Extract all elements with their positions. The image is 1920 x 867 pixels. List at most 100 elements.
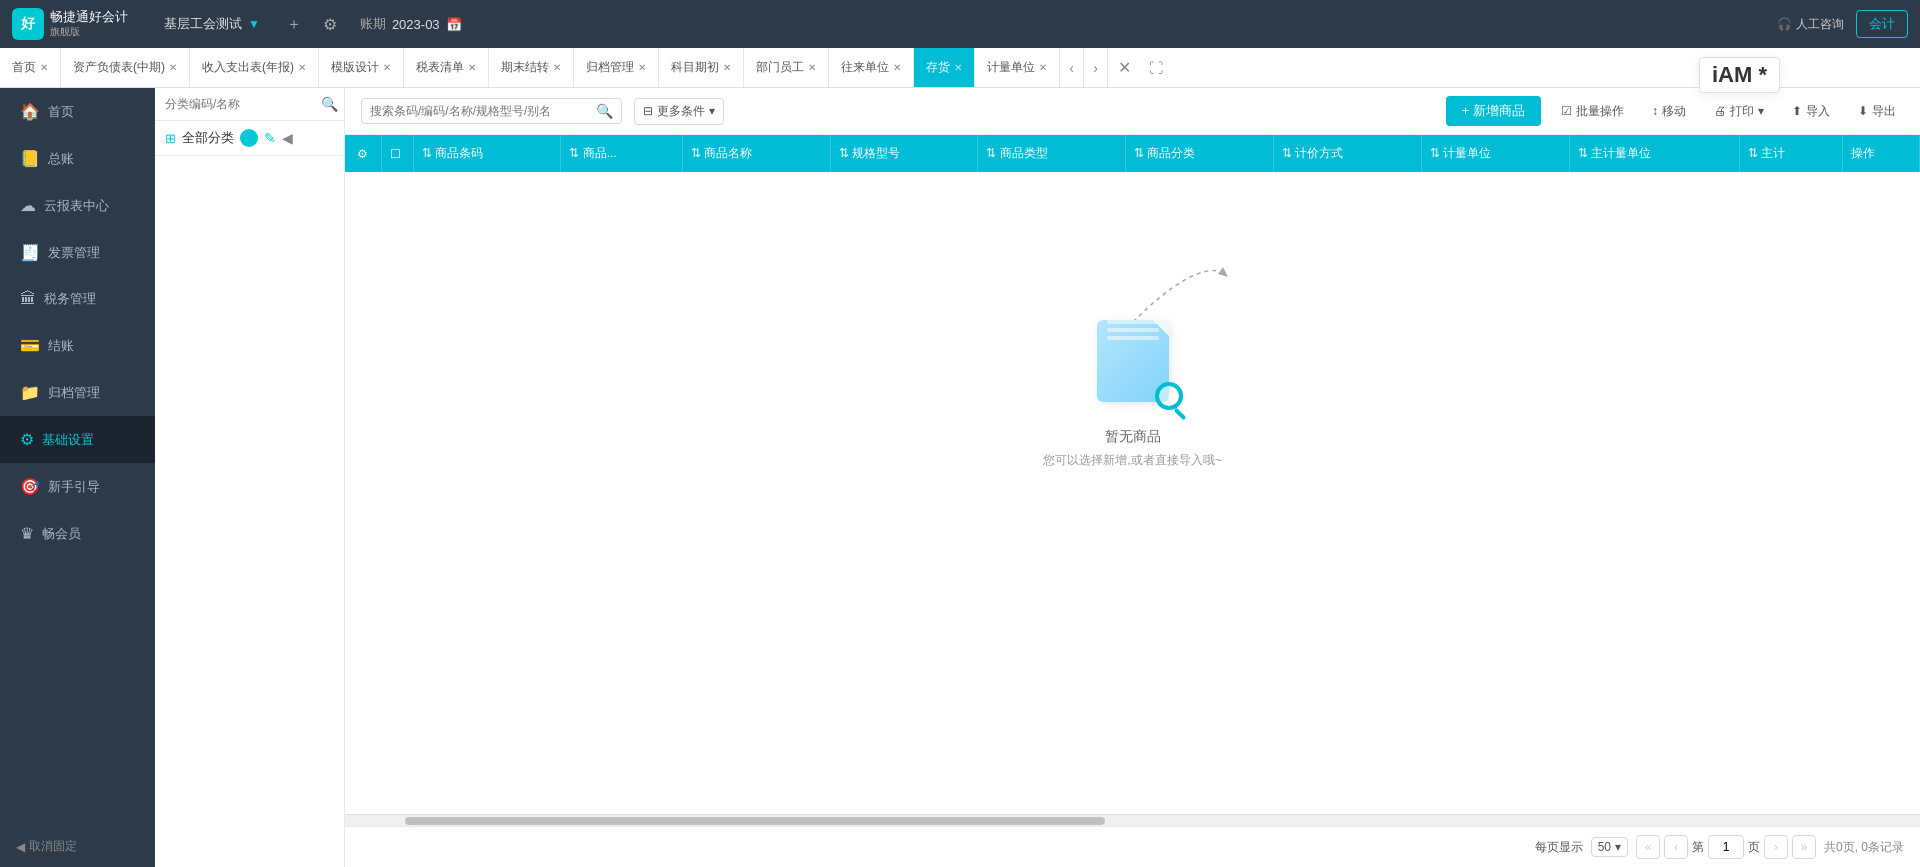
category-collapse-icon[interactable]: ◀ (282, 130, 293, 146)
tab-archive[interactable]: 归档管理 ✕ (574, 48, 659, 87)
sidebar-item-reports[interactable]: ☁ 云报表中心 (0, 182, 155, 229)
col-main-count[interactable]: ⇅ 主计 (1740, 135, 1843, 172)
cancel-pin-button[interactable]: ◀ 取消固定 (0, 826, 155, 867)
first-page-button[interactable]: « (1636, 835, 1660, 859)
tab-balance-sheet-close-icon[interactable]: ✕ (169, 62, 177, 73)
filter-icon: ⊟ (643, 104, 653, 118)
tab-income-close-icon[interactable]: ✕ (298, 62, 306, 73)
tab-prev-button[interactable]: ‹ (1060, 48, 1084, 87)
col-spec[interactable]: ⇅ 规格型号 (830, 135, 978, 172)
tab-inventory[interactable]: 存货 ✕ (914, 48, 975, 87)
tab-unit-close-icon[interactable]: ✕ (1039, 62, 1047, 73)
tab-close-all-button[interactable]: ✕ (1108, 48, 1140, 87)
period-value: 2023-03 (392, 17, 440, 32)
sidebar-item-tax[interactable]: 🏛 税务管理 (0, 276, 155, 322)
product-search-icon[interactable]: 🔍 (596, 103, 613, 119)
tab-tax[interactable]: 税表清单 ✕ (404, 48, 489, 87)
prev-page-button[interactable]: ‹ (1664, 835, 1688, 859)
tax-icon: 🏛 (20, 290, 36, 308)
category-search-input[interactable] (165, 97, 315, 111)
sidebar-item-basic-settings[interactable]: ⚙ 基础设置 (0, 416, 155, 463)
pin-icon: ◀ (16, 840, 25, 854)
print-button[interactable]: 🖨 打印 ▾ (1706, 99, 1772, 124)
tab-archive-close-icon[interactable]: ✕ (638, 62, 646, 73)
page-size-select[interactable]: 50 ▾ (1591, 837, 1628, 857)
tab-subject-close-icon[interactable]: ✕ (723, 62, 731, 73)
tab-subject-label: 科目期初 (671, 59, 719, 76)
tab-template-close-icon[interactable]: ✕ (383, 62, 391, 73)
import-button[interactable]: ⬆ 导入 (1784, 99, 1838, 124)
tab-template[interactable]: 模版设计 ✕ (319, 48, 404, 87)
tab-next-button[interactable]: › (1084, 48, 1108, 87)
account-button[interactable]: 会计 (1856, 10, 1908, 38)
add-product-button[interactable]: + 新增商品 (1446, 96, 1541, 126)
tab-tax-close-icon[interactable]: ✕ (468, 62, 476, 73)
col-category[interactable]: ⇅ 商品分类 (1126, 135, 1274, 172)
settings-nav-icon: ⚙ (20, 430, 34, 449)
tab-period-transfer-close-icon[interactable]: ✕ (553, 62, 561, 73)
sidebar-item-closing[interactable]: 💳 结账 (0, 322, 155, 369)
scroll-thumb[interactable] (405, 817, 1105, 825)
category-header: ⊞ 全部分类 ✎ ◀ (155, 121, 344, 156)
closing-icon: 💳 (20, 336, 40, 355)
tab-balance-sheet[interactable]: 资产负债表(中期) ✕ (61, 48, 190, 87)
header-actions: ＋ ⚙ (280, 10, 344, 38)
calendar-icon[interactable]: 📅 (446, 17, 462, 32)
add-button[interactable]: ＋ (280, 10, 308, 38)
last-page-button[interactable]: » (1792, 835, 1816, 859)
company-selector[interactable]: 基层工会测试 ▼ (164, 15, 260, 33)
col-checkbox[interactable]: ☐ (381, 135, 413, 172)
tab-bar: 首页 ✕ 资产负债表(中期) ✕ 收入支出表(年报) ✕ 模版设计 ✕ 税表清单… (0, 48, 1920, 88)
tab-dept-close-icon[interactable]: ✕ (808, 62, 816, 73)
tab-dept-label: 部门员工 (756, 59, 804, 76)
col-settings[interactable]: ⚙ (345, 135, 381, 172)
category-edit-icon[interactable]: ✎ (264, 130, 276, 146)
tab-home-close-icon[interactable]: ✕ (40, 62, 48, 73)
filter-button[interactable]: ⊟ 更多条件 ▾ (634, 98, 724, 125)
period-info: 账期 2023-03 📅 (360, 15, 462, 33)
sidebar-item-guide[interactable]: 🎯 新手引导 (0, 463, 155, 510)
col-name[interactable]: ⇅ 商品名称 (682, 135, 830, 172)
tab-unit[interactable]: 计量单位 ✕ (975, 48, 1060, 87)
sidebar-item-invoice-label: 发票管理 (48, 244, 100, 262)
tab-home[interactable]: 首页 ✕ (0, 48, 61, 87)
tab-dept[interactable]: 部门员工 ✕ (744, 48, 829, 87)
tab-subject[interactable]: 科目期初 ✕ (659, 48, 744, 87)
next-page-button[interactable]: › (1764, 835, 1788, 859)
tab-income[interactable]: 收入支出表(年报) ✕ (190, 48, 319, 87)
tab-balance-sheet-label: 资产负债表(中期) (73, 59, 165, 76)
tab-archive-label: 归档管理 (586, 59, 634, 76)
product-search-input[interactable] (370, 104, 590, 118)
batch-icon: ☑ (1561, 104, 1572, 118)
col-code[interactable]: ⇅ 商品... (561, 135, 682, 172)
tab-partners-close-icon[interactable]: ✕ (893, 62, 901, 73)
tab-inventory-close-icon[interactable]: ✕ (954, 62, 962, 73)
sidebar-item-archive[interactable]: 📁 归档管理 (0, 369, 155, 416)
page-input[interactable] (1708, 835, 1744, 859)
page-suffix: 页 (1748, 839, 1760, 856)
sidebar-item-invoice[interactable]: 🧾 发票管理 (0, 229, 155, 276)
tab-expand-button[interactable]: ⛶ (1140, 48, 1172, 87)
tab-partners[interactable]: 往来单位 ✕ (829, 48, 914, 87)
category-search-icon[interactable]: 🔍 (321, 96, 338, 112)
move-button[interactable]: ↕ 移动 (1644, 99, 1694, 124)
sidebar-item-member[interactable]: ♛ 畅会员 (0, 510, 155, 557)
col-type[interactable]: ⇅ 商品类型 (978, 135, 1126, 172)
ledger-icon: 📒 (20, 149, 40, 168)
settings-button[interactable]: ⚙ (316, 10, 344, 38)
col-main-unit[interactable]: ⇅ 主计量单位 (1569, 135, 1739, 172)
move-label: 移动 (1662, 103, 1686, 120)
col-pricing[interactable]: ⇅ 计价方式 (1273, 135, 1421, 172)
export-button[interactable]: ⬇ 导出 (1850, 99, 1904, 124)
page-size-label: 每页显示 (1535, 839, 1583, 856)
col-unit[interactable]: ⇅ 计量单位 (1421, 135, 1569, 172)
sidebar-item-home[interactable]: 🏠 首页 (0, 88, 155, 135)
horizontal-scrollbar[interactable] (345, 814, 1920, 826)
svg-marker-0 (1218, 267, 1228, 277)
batch-button[interactable]: ☑ 批量操作 (1553, 99, 1632, 124)
sidebar-item-ledger[interactable]: 📒 总账 (0, 135, 155, 182)
col-barcode[interactable]: ⇅ 商品条码 (413, 135, 561, 172)
import-label: 导入 (1806, 103, 1830, 120)
tab-period-transfer[interactable]: 期末结转 ✕ (489, 48, 574, 87)
support-button[interactable]: 🎧 人工咨询 (1777, 16, 1844, 33)
